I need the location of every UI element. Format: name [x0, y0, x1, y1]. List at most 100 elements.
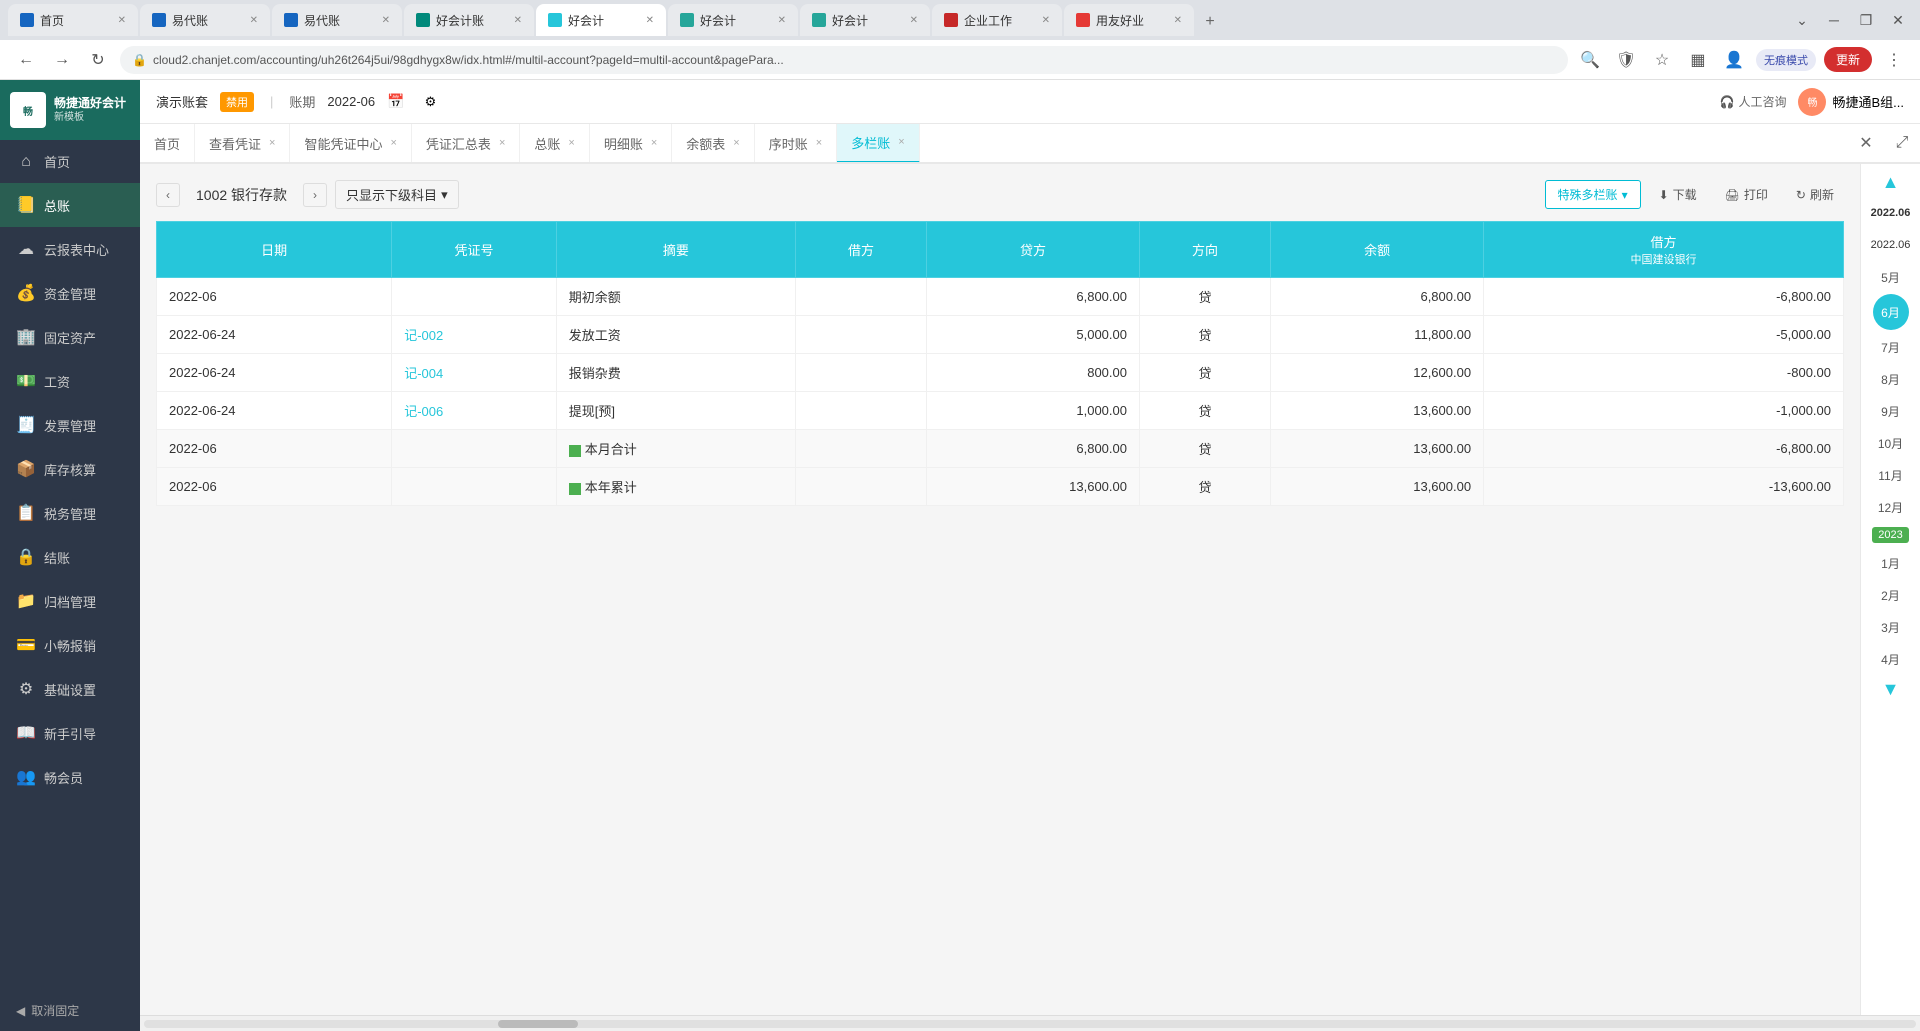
sub-account-filter[interactable]: 只显示下级科目 ▾	[335, 180, 459, 209]
tab-sequence-ledger-close[interactable]: ×	[816, 137, 822, 149]
tab-close-7[interactable]: ✕	[910, 15, 918, 26]
sidebar-item-invoice[interactable]: 🧾 发票管理	[0, 403, 140, 447]
browser-tab-5[interactable]: 好会计 ✕	[536, 4, 666, 36]
calendar-month-2023-1[interactable]: 1月	[1866, 548, 1916, 578]
sidebar-item-archive[interactable]: 📁 归档管理	[0, 579, 140, 623]
sidebar-item-guide[interactable]: 📖 新手引导	[0, 711, 140, 755]
sidebar-item-inventory[interactable]: 📦 库存核算	[0, 447, 140, 491]
browser-tab-6[interactable]: 好会计 ✕	[668, 4, 798, 36]
tab-home[interactable]: 首页	[140, 124, 195, 163]
tab-balance-sheet-close[interactable]: ×	[733, 137, 739, 149]
forward-button[interactable]: →	[48, 46, 76, 74]
calendar-month-10[interactable]: 10月	[1866, 428, 1916, 458]
sidebar-item-tax[interactable]: 📋 税务管理	[0, 491, 140, 535]
back-button[interactable]: ←	[12, 46, 40, 74]
sidebar-icon[interactable]: ▦	[1684, 46, 1712, 74]
tab-balance-sheet[interactable]: 余额表 ×	[672, 124, 754, 163]
tab-list-btn[interactable]: ⌄	[1788, 6, 1816, 34]
sidebar-item-member[interactable]: 👥 畅会员	[0, 755, 140, 799]
browser-tab-8[interactable]: 企业工作 ✕	[932, 4, 1062, 36]
tab-smart-voucher-close[interactable]: ×	[390, 137, 396, 149]
calendar-scroll-up[interactable]: ▲	[1882, 172, 1900, 193]
voucher-link[interactable]: 记-004	[404, 366, 443, 381]
tab-multi-col-close[interactable]: ×	[898, 136, 904, 148]
browser-tab-3[interactable]: 易代账 ✕	[272, 4, 402, 36]
calendar-month-2023-4[interactable]: 4月	[1866, 644, 1916, 674]
tab-vouchers-close[interactable]: ×	[269, 137, 275, 149]
search-icon[interactable]: 🔍	[1576, 46, 1604, 74]
browser-tab-7[interactable]: 好会计 ✕	[800, 4, 930, 36]
tab-close-6[interactable]: ✕	[778, 15, 786, 26]
calendar-month-2023-2[interactable]: 2月	[1866, 580, 1916, 610]
tab-general-ledger-close[interactable]: ×	[568, 137, 574, 149]
sidebar-pin-button[interactable]: ◀ 取消固定	[0, 990, 140, 1031]
tab-detail-ledger[interactable]: 明细账 ×	[590, 124, 672, 163]
sidebar-item-close[interactable]: 🔒 结账	[0, 535, 140, 579]
browser-tab-4[interactable]: 好会计账 ✕	[404, 4, 534, 36]
address-bar[interactable]: 🔒 cloud2.chanjet.com/accounting/uh26t264…	[120, 46, 1568, 74]
settings-button[interactable]: ⚙	[425, 94, 437, 110]
calendar-month-7[interactable]: 7月	[1866, 332, 1916, 362]
sidebar-item-home[interactable]: ⌂ 首页	[0, 140, 140, 183]
refresh-button[interactable]: ↻ 刷新	[1786, 181, 1844, 208]
voucher-link[interactable]: 记-006	[404, 404, 443, 419]
calendar-month-12[interactable]: 12月	[1866, 492, 1916, 522]
calendar-scroll-down[interactable]: ▼	[1882, 679, 1900, 700]
tab-expand-btn[interactable]: ⤢	[1884, 124, 1920, 163]
tab-close-8[interactable]: ✕	[1042, 15, 1050, 26]
sidebar-item-ledger[interactable]: 📒 总账	[0, 183, 140, 227]
tab-close-5[interactable]: ✕	[646, 15, 654, 26]
star-icon[interactable]: ☆	[1648, 46, 1676, 74]
sidebar-item-settings[interactable]: ⚙ 基础设置	[0, 667, 140, 711]
tab-detail-ledger-close[interactable]: ×	[651, 137, 657, 149]
refresh-button[interactable]: ↻	[84, 46, 112, 74]
tab-close-2[interactable]: ✕	[250, 15, 258, 26]
calendar-month-6[interactable]: 6月	[1873, 294, 1909, 330]
sidebar-item-expense[interactable]: 💳 小畅报销	[0, 623, 140, 667]
sidebar-item-fund[interactable]: 💰 资金管理	[0, 271, 140, 315]
tab-close-9[interactable]: ✕	[1174, 15, 1182, 26]
voucher-link[interactable]: 记-002	[404, 328, 443, 343]
calendar-month-9[interactable]: 9月	[1866, 396, 1916, 426]
browser-tab-2[interactable]: 易代账 ✕	[140, 4, 270, 36]
new-tab-button[interactable]: +	[1196, 8, 1224, 36]
browser-tab-9[interactable]: 用友好业 ✕	[1064, 4, 1194, 36]
tab-general-ledger[interactable]: 总账 ×	[520, 124, 589, 163]
browser-tab-1[interactable]: 首页 ✕	[8, 4, 138, 36]
scrollbar-track[interactable]	[144, 1020, 1916, 1028]
tab-sequence-ledger[interactable]: 序时账 ×	[755, 124, 837, 163]
tab-close-panel-btn[interactable]: ✕	[1848, 124, 1884, 163]
bottom-scrollbar[interactable]	[140, 1015, 1920, 1031]
tab-multi-col[interactable]: 多栏账 ×	[837, 124, 919, 163]
tab-vouchers[interactable]: 查看凭证 ×	[195, 124, 290, 163]
menu-button[interactable]: ⋮	[1880, 46, 1908, 74]
account-next-button[interactable]: ›	[303, 183, 327, 207]
user-info[interactable]: 畅 畅捷通B组...	[1798, 88, 1904, 116]
scrollbar-thumb[interactable]	[498, 1020, 578, 1028]
print-button[interactable]: 🖨 打印	[1715, 181, 1778, 208]
consult-button[interactable]: 🎧 人工咨询	[1720, 93, 1787, 110]
tab-close-3[interactable]: ✕	[382, 15, 390, 26]
sidebar-item-cloud-report[interactable]: ☁ 云报表中心	[0, 227, 140, 271]
tab-smart-voucher[interactable]: 智能凭证中心 ×	[290, 124, 411, 163]
calendar-month-2023-3[interactable]: 3月	[1866, 612, 1916, 642]
download-button[interactable]: ⬇ 下载	[1649, 181, 1707, 208]
shield-icon[interactable]: 🛡	[1612, 46, 1640, 74]
tab-voucher-summary[interactable]: 凭证汇总表 ×	[412, 124, 520, 163]
calendar-month-5[interactable]: 5月	[1866, 262, 1916, 292]
update-button[interactable]: 更新	[1824, 47, 1872, 72]
calendar-month-8[interactable]: 8月	[1866, 364, 1916, 394]
tab-close-1[interactable]: ✕	[118, 15, 126, 26]
multi-col-button[interactable]: 特殊多栏账 ▾	[1545, 180, 1641, 209]
minimize-btn[interactable]: ─	[1820, 6, 1848, 34]
tab-close-4[interactable]: ✕	[514, 15, 522, 26]
calendar-month-11[interactable]: 11月	[1866, 460, 1916, 490]
account-prev-button[interactable]: ‹	[156, 183, 180, 207]
sidebar-item-fixed-assets[interactable]: 🏢 固定资产	[0, 315, 140, 359]
sidebar-item-salary[interactable]: 💵 工资	[0, 359, 140, 403]
restore-btn[interactable]: ❐	[1852, 6, 1880, 34]
profile-icon[interactable]: 👤	[1720, 46, 1748, 74]
calendar-icon[interactable]: 📅	[387, 93, 404, 110]
close-btn[interactable]: ✕	[1884, 6, 1912, 34]
tab-voucher-summary-close[interactable]: ×	[499, 137, 505, 149]
